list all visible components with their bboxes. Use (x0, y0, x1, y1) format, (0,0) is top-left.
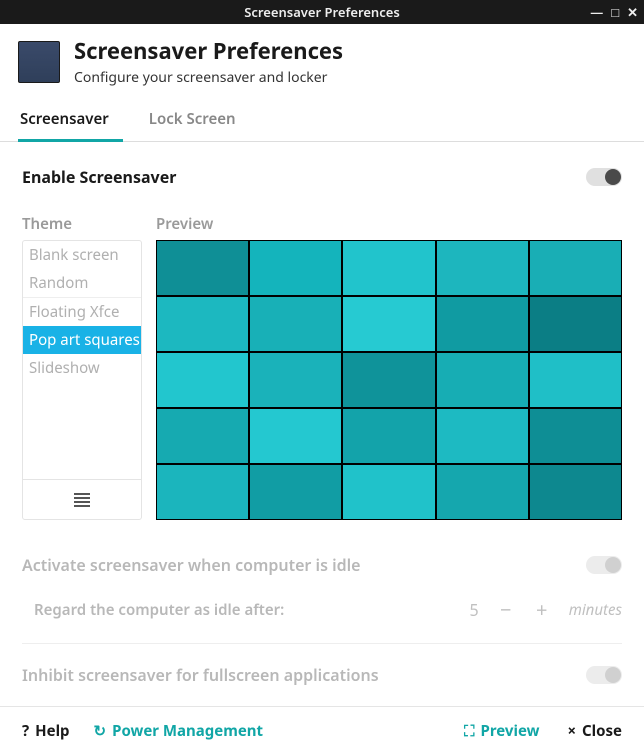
toggle-knob (605, 667, 621, 683)
preview-cell (530, 353, 621, 407)
inhibit-fullscreen-toggle[interactable] (586, 666, 622, 684)
enable-screensaver-row: Enable Screensaver (22, 160, 622, 194)
idle-minutes-value: 5 (449, 599, 479, 621)
activate-idle-label: Activate screensaver when computer is id… (22, 554, 361, 576)
theme-item-floating-xfce[interactable]: Floating Xfce (23, 298, 141, 326)
idle-minutes-unit: minutes (569, 600, 622, 620)
theme-and-preview: Blank screen Random Floating Xfce Pop ar… (22, 240, 622, 520)
preview-cell (437, 465, 528, 519)
preview-cell (250, 353, 341, 407)
preview-cell (250, 465, 341, 519)
idle-minutes-stepper: 5 − + minutes (449, 596, 622, 623)
enable-screensaver-label: Enable Screensaver (22, 166, 176, 188)
maximize-button[interactable]: □ (611, 3, 619, 21)
theme-items: Blank screen Random Floating Xfce Pop ar… (23, 241, 141, 479)
activate-idle-row: Activate screensaver when computer is id… (22, 548, 622, 582)
inhibit-fullscreen-row: Inhibit screensaver for fullscreen appli… (22, 658, 622, 692)
window-controls: — □ ✕ (590, 0, 638, 24)
enable-screensaver-toggle[interactable] (586, 168, 622, 186)
titlebar: Screensaver Preferences — □ ✕ (0, 0, 644, 24)
preview-cell (437, 353, 528, 407)
preview-cell (343, 353, 434, 407)
theme-item-random[interactable]: Random (23, 269, 141, 298)
preview-cell (250, 297, 341, 351)
theme-heading: Theme (22, 214, 156, 234)
close-icon: × (567, 721, 576, 741)
help-button-label: Help (35, 721, 69, 741)
preview-cell (530, 241, 621, 295)
preview-cell (157, 241, 248, 295)
toggle-knob (605, 169, 621, 185)
screensaver-preview (156, 240, 622, 520)
preview-cell (250, 409, 341, 463)
idle-after-label: Regard the computer as idle after: (22, 600, 284, 620)
tab-screensaver[interactable]: Screensaver (18, 99, 123, 142)
content: Enable Screensaver Theme Preview Blank s… (0, 142, 644, 692)
theme-item-blank-screen[interactable]: Blank screen (23, 241, 141, 269)
preview-cell (530, 465, 621, 519)
power-management-label: Power Management (112, 721, 263, 741)
help-button[interactable]: ? Help (22, 721, 70, 741)
stepper-minus-button[interactable]: − (497, 596, 515, 623)
tab-lock-screen[interactable]: Lock Screen (147, 99, 250, 141)
window-title: Screensaver Preferences (244, 3, 400, 21)
preview-cell (157, 297, 248, 351)
close-button[interactable]: × Close (567, 721, 622, 741)
idle-after-row: Regard the computer as idle after: 5 − +… (22, 590, 622, 629)
stepper-plus-button[interactable]: + (533, 596, 551, 623)
page-title: Screensaver Preferences (74, 36, 343, 66)
preview-heading: Preview (156, 214, 213, 234)
page-subtitle: Configure your screensaver and locker (74, 68, 343, 87)
theme-item-pop-art-squares[interactable]: Pop art squares (23, 326, 141, 354)
preview-grid (157, 241, 621, 519)
theme-item-slideshow[interactable]: Slideshow (23, 354, 141, 382)
section-headings: Theme Preview (22, 214, 622, 234)
preview-cell (437, 409, 528, 463)
toggle-knob (605, 557, 621, 573)
inhibit-fullscreen-label: Inhibit screensaver for fullscreen appli… (22, 664, 379, 686)
theme-list-footer (23, 479, 141, 519)
help-icon: ? (22, 721, 29, 741)
divider (22, 643, 622, 644)
fullscreen-icon: ⛶ (464, 721, 475, 741)
preview-cell (343, 241, 434, 295)
tabs: Screensaver Lock Screen (0, 99, 644, 142)
preview-cell (157, 353, 248, 407)
bottom-bar: ? Help ↻ Power Management ⛶ Preview × Cl… (0, 706, 644, 755)
theme-list: Blank screen Random Floating Xfce Pop ar… (22, 240, 142, 520)
preview-cell (343, 297, 434, 351)
close-button-label: Close (582, 721, 622, 741)
menu-icon[interactable] (74, 493, 90, 507)
preview-cell (530, 297, 621, 351)
preview-cell (530, 409, 621, 463)
preview-cell (437, 297, 528, 351)
close-window-button[interactable]: ✕ (627, 3, 638, 21)
preview-cell (437, 241, 528, 295)
preview-cell (250, 241, 341, 295)
refresh-icon: ↻ (94, 721, 107, 741)
minimize-button[interactable]: — (590, 3, 603, 21)
header: Screensaver Preferences Configure your s… (0, 24, 644, 95)
power-management-button[interactable]: ↻ Power Management (94, 721, 264, 741)
preview-cell (343, 409, 434, 463)
preview-button[interactable]: ⛶ Preview (464, 721, 539, 741)
preview-cell (157, 465, 248, 519)
preview-button-label: Preview (481, 721, 540, 741)
app-icon (18, 41, 60, 83)
activate-idle-toggle[interactable] (586, 556, 622, 574)
preview-cell (343, 465, 434, 519)
preview-cell (157, 409, 248, 463)
